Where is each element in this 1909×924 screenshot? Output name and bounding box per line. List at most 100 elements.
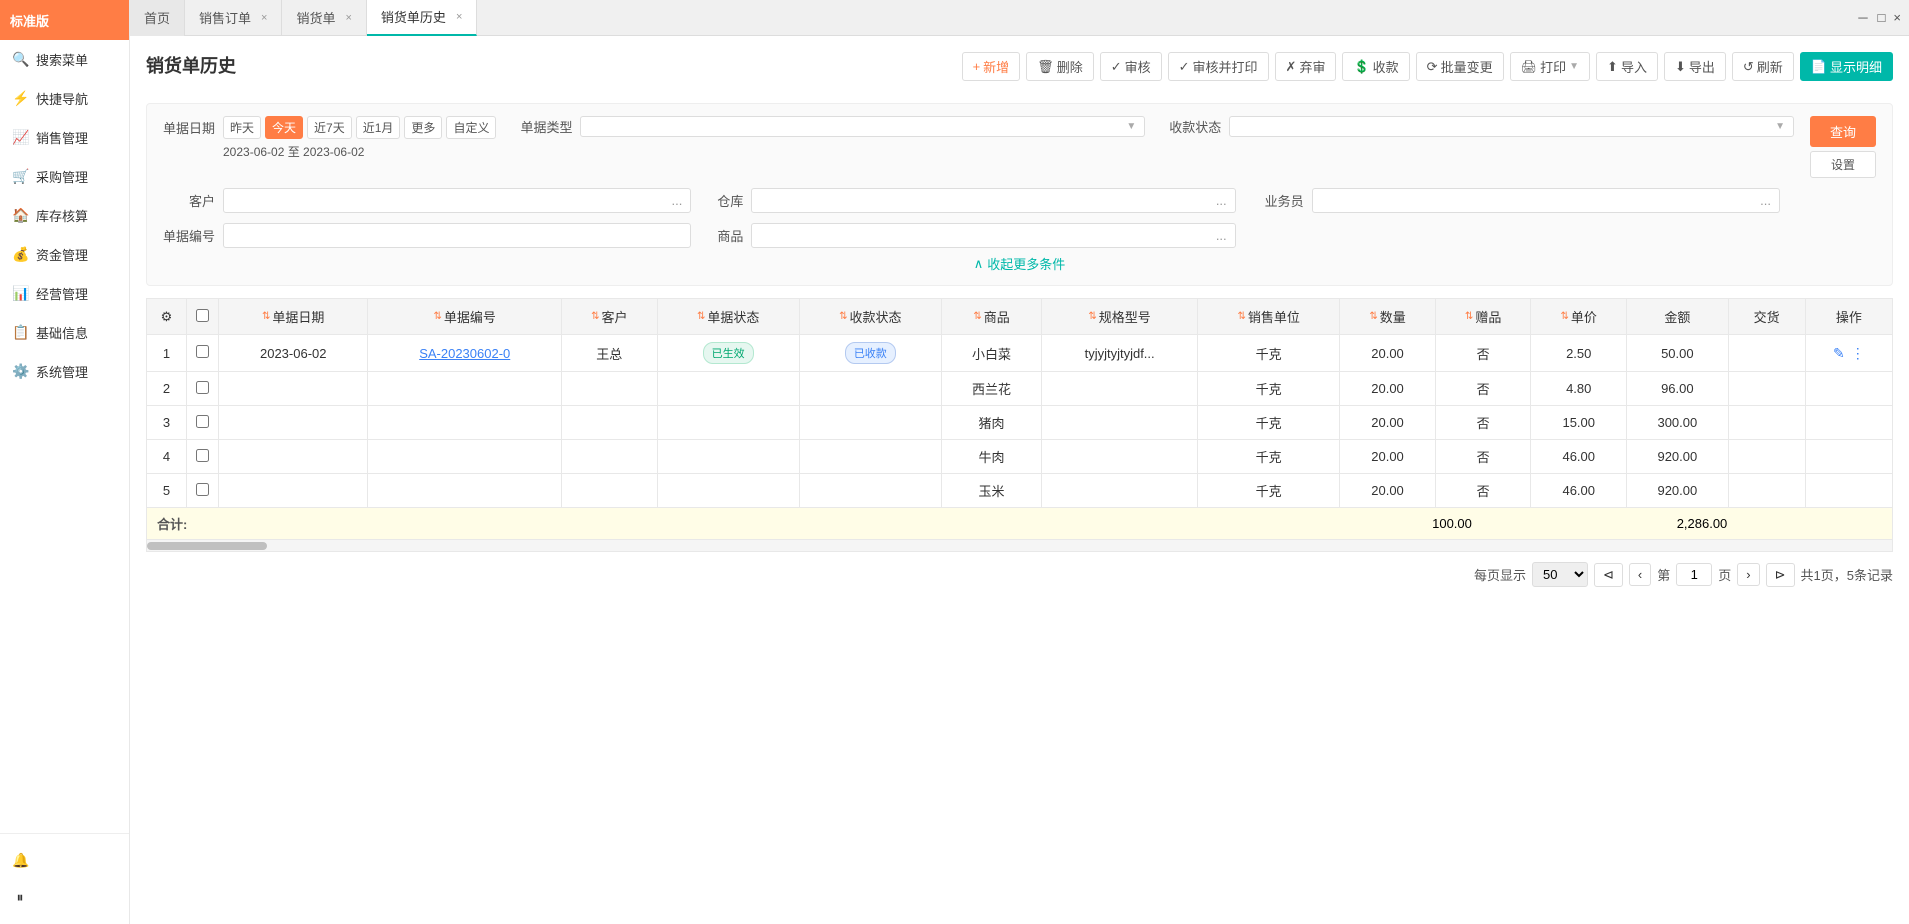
per-page-select[interactable]: 50 100 (1532, 562, 1588, 587)
payment-status-select[interactable]: ▼ (1229, 116, 1794, 137)
row-transaction (1728, 406, 1805, 440)
import-button[interactable]: ⬆ 导入 (1596, 52, 1658, 81)
yesterday-btn[interactable]: 昨天 (223, 116, 261, 139)
row-checkbox[interactable] (187, 474, 219, 508)
prev-page-btn[interactable]: ‹ (1629, 563, 1651, 586)
col-doc-date[interactable]: ⇅ 单据日期 (219, 299, 368, 335)
tab-sales-history[interactable]: 销货单历史 × (367, 0, 477, 36)
row-checkbox[interactable] (187, 372, 219, 406)
sidebar-logo: 标准版 (0, 0, 129, 40)
data-table: ⚙ ⇅ 单据日期 ⇅ (146, 298, 1893, 508)
1month-btn[interactable]: 近1月 (356, 116, 401, 139)
col-gift[interactable]: ⇅ 赠品 (1435, 299, 1531, 335)
row-checkbox[interactable] (187, 335, 219, 372)
page-number-input[interactable] (1676, 563, 1712, 586)
per-page-label: 每页显示 (1474, 565, 1526, 584)
sidebar-item-operation-mgmt[interactable]: 📊 经营管理 (0, 274, 129, 313)
export-button[interactable]: ⬇ 导出 (1664, 52, 1726, 81)
window-minimize-btn[interactable]: － (1857, 8, 1870, 27)
today-btn[interactable]: 今天 (265, 116, 303, 139)
sidebar-item-label: 基础信息 (36, 323, 88, 342)
salesperson-ellipsis[interactable]: ... (1760, 193, 1771, 208)
table-row: 5玉米千克20.00否46.00920.00 (147, 474, 1893, 508)
row-doc-date: 2023-06-02 (219, 335, 368, 372)
col-checkbox[interactable] (187, 299, 219, 335)
window-close-btn[interactable]: × (1893, 10, 1901, 25)
filter-collapse-btn[interactable]: ∧ 收起更多条件 (163, 254, 1876, 273)
refresh-button[interactable]: ↺ 刷新 (1732, 52, 1794, 81)
sidebar-item-label: 库存核算 (36, 206, 88, 225)
doc-no-link[interactable]: SA-20230602-0 (419, 346, 510, 361)
first-page-btn[interactable]: ⊲ (1594, 563, 1623, 587)
sidebar-item-basic-info[interactable]: 📋 基础信息 (0, 313, 129, 352)
tab-bar: 首页 销售订单 × 销货单 × 销货单历史 × － □ × (130, 0, 1909, 36)
print-button[interactable]: 🖨 打印 ▼ (1510, 52, 1590, 81)
tab-sales-order-close[interactable]: × (261, 12, 267, 24)
batch-change-button[interactable]: ⟳ 批量变更 (1416, 52, 1504, 81)
col-doc-status[interactable]: ⇅ 单据状态 (657, 299, 799, 335)
row-amount: 300.00 (1627, 406, 1729, 440)
sidebar-notification-btn[interactable]: 🔔 (0, 842, 129, 879)
tab-home[interactable]: 首页 (130, 0, 185, 36)
more-icon[interactable]: ⋮ (1851, 345, 1865, 362)
sidebar-item-capital-mgmt[interactable]: 💰 资金管理 (0, 235, 129, 274)
review-print-button[interactable]: ✓ 审核并打印 (1168, 52, 1269, 81)
delete-button[interactable]: 🗑 删除 (1026, 52, 1094, 81)
more-btn[interactable]: 更多 (404, 116, 442, 139)
row-checkbox[interactable] (187, 406, 219, 440)
select-all-checkbox[interactable] (196, 309, 209, 322)
col-goods[interactable]: ⇅ 商品 (941, 299, 1041, 335)
custom-btn[interactable]: 自定义 (446, 116, 496, 139)
col-payment-status[interactable]: ⇅ 收款状态 (799, 299, 941, 335)
sidebar-item-quick-nav[interactable]: ⚡ 快捷导航 (0, 79, 129, 118)
show-detail-button[interactable]: 📄 显示明细 (1800, 52, 1893, 81)
settings-button[interactable]: 设置 (1810, 151, 1876, 178)
collect-button[interactable]: 💲 收款 (1342, 52, 1409, 81)
sidebar-item-sales-mgmt[interactable]: 📈 销售管理 (0, 118, 129, 157)
footer-total-qty: 100.00 (1302, 516, 1602, 531)
col-qty[interactable]: ⇅ 数量 (1340, 299, 1436, 335)
tab-sales-order[interactable]: 销售订单 × (185, 0, 282, 36)
col-price[interactable]: ⇅ 单价 (1531, 299, 1627, 335)
purchase-icon: 🛒 (12, 168, 28, 185)
sidebar-item-inventory[interactable]: 🏠 库存核算 (0, 196, 129, 235)
sidebar-item-purchase-mgmt[interactable]: 🛒 采购管理 (0, 157, 129, 196)
row-spec (1042, 440, 1198, 474)
tab-sales-order-label: 销售订单 (199, 8, 251, 27)
warehouse-ellipsis[interactable]: ... (1216, 193, 1227, 208)
scroll-thumb[interactable] (147, 542, 267, 550)
doc-type-label: 单据类型 (512, 117, 572, 136)
abandon-button[interactable]: ✗ 弃审 (1275, 52, 1337, 81)
col-doc-no[interactable]: ⇅ 单据编号 (368, 299, 561, 335)
row-doc-no (368, 372, 561, 406)
col-gear[interactable]: ⚙ (147, 299, 187, 335)
doc-type-select[interactable]: ▼ (580, 116, 1145, 137)
col-unit[interactable]: ⇅ 销售单位 (1198, 299, 1340, 335)
review-button[interactable]: ✓ 审核 (1100, 52, 1162, 81)
sidebar-pause-btn[interactable]: ⏸ (0, 879, 129, 916)
row-index: 3 (147, 406, 187, 440)
add-button[interactable]: + 新增 (962, 52, 1021, 81)
col-spec[interactable]: ⇅ 规格型号 (1042, 299, 1198, 335)
tab-sales-delivery-close[interactable]: × (345, 12, 351, 24)
gear-icon: ⚙ (161, 309, 173, 324)
total-info: 共1页，5条记录 (1801, 565, 1893, 584)
horizontal-scrollbar[interactable] (146, 540, 1893, 552)
next-page-btn[interactable]: › (1737, 563, 1759, 586)
last-page-btn[interactable]: ⊳ (1766, 563, 1795, 587)
tab-sales-history-close[interactable]: × (456, 11, 462, 23)
window-maximize-btn[interactable]: □ (1878, 10, 1886, 25)
row-checkbox[interactable] (187, 440, 219, 474)
sidebar-item-search-menu[interactable]: 🔍 搜索菜单 (0, 40, 129, 79)
edit-icon[interactable]: ✎ (1833, 345, 1845, 362)
goods-ellipsis[interactable]: ... (1216, 228, 1227, 243)
doc-no-input[interactable] (223, 223, 691, 248)
customer-ellipsis[interactable]: ... (671, 193, 682, 208)
row-doc-no (368, 406, 561, 440)
query-button[interactable]: 查询 (1810, 116, 1876, 147)
tab-sales-delivery[interactable]: 销货单 × (282, 0, 366, 36)
col-customer[interactable]: ⇅ 客户 (561, 299, 657, 335)
sidebar-item-system-mgmt[interactable]: ⚙️ 系统管理 (0, 352, 129, 391)
footer-label: 合计: (157, 514, 217, 533)
7days-btn[interactable]: 近7天 (307, 116, 352, 139)
